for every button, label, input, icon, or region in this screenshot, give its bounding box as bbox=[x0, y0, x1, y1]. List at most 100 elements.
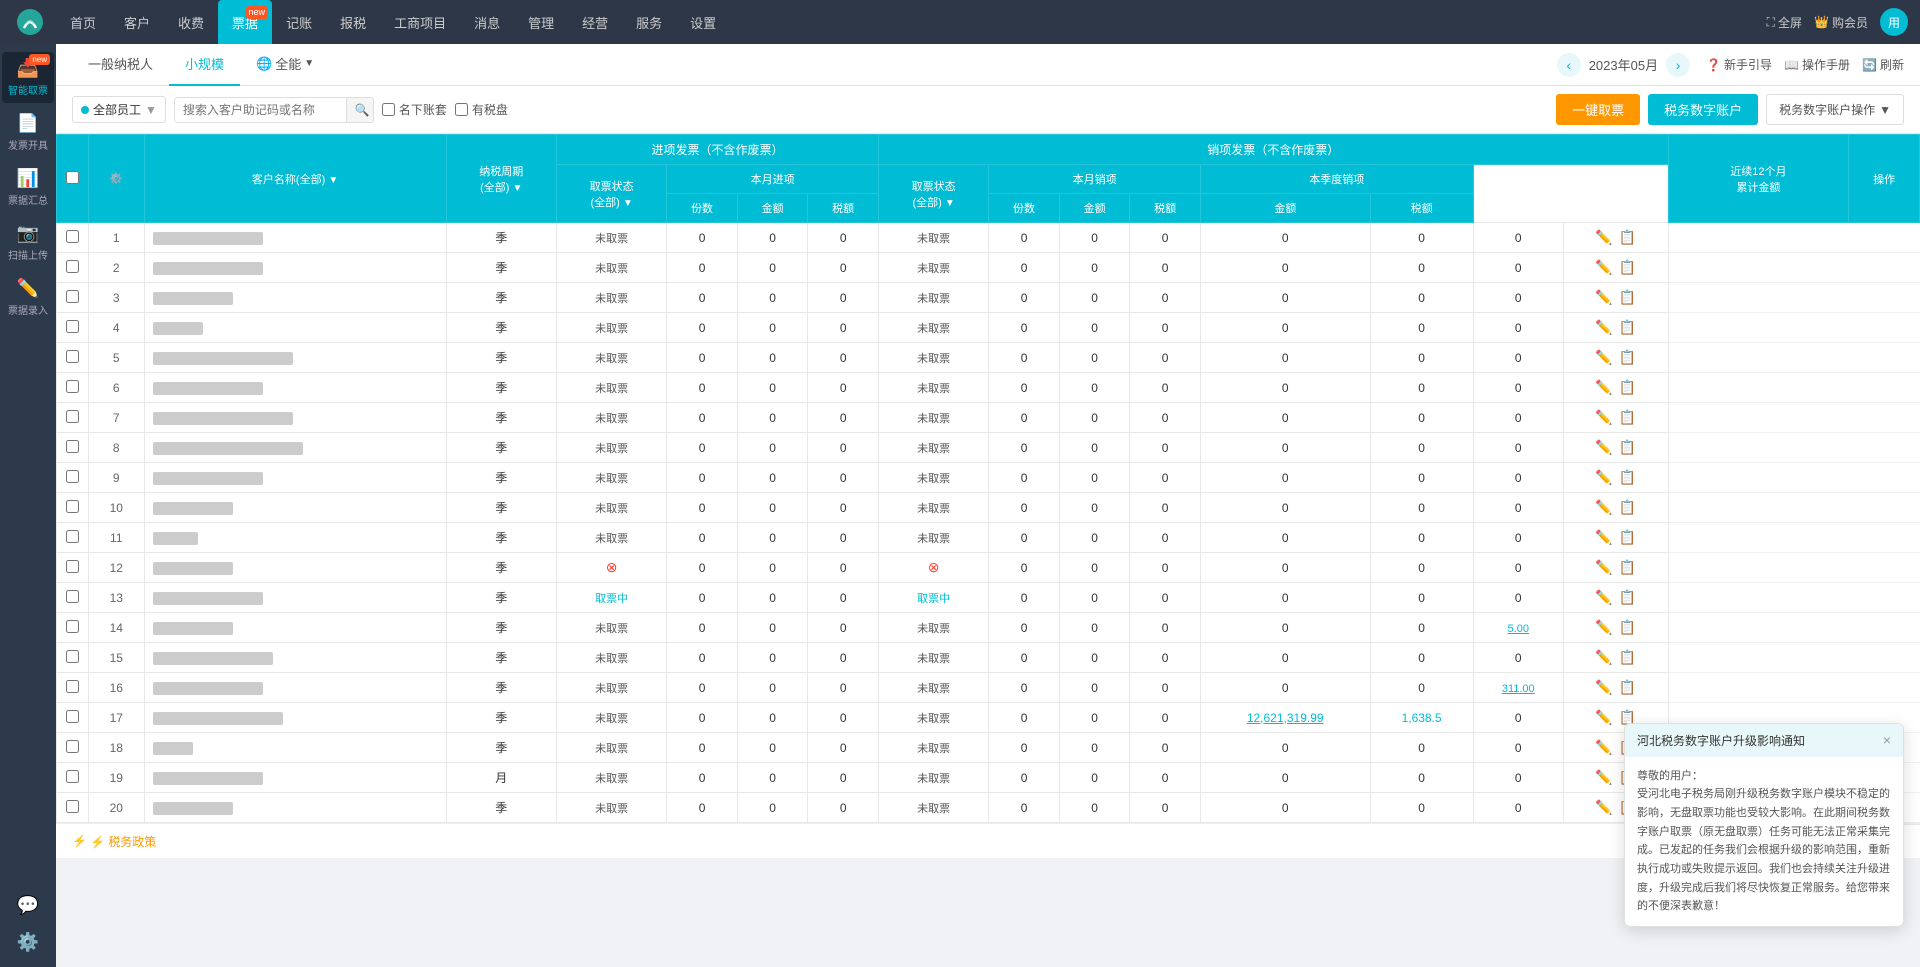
sidebar-chat[interactable]: 💬 bbox=[2, 889, 54, 922]
under-account-checkbox[interactable] bbox=[382, 103, 395, 116]
copy-icon[interactable]: 📋 bbox=[1619, 379, 1636, 396]
edit-icon[interactable]: ✏️ bbox=[1595, 349, 1612, 366]
tab-full-ability[interactable]: 🌐 全能 ▼ bbox=[240, 44, 330, 86]
tax-policy-btn[interactable]: ⚡ ⚡ 税务政策 bbox=[56, 829, 172, 854]
nav-bookkeeping[interactable]: 记账 bbox=[272, 0, 326, 44]
search-button[interactable]: 🔍 bbox=[346, 98, 374, 122]
copy-icon[interactable]: 📋 bbox=[1619, 349, 1636, 366]
edit-icon[interactable]: ✏️ bbox=[1595, 469, 1612, 486]
edit-icon[interactable]: ✏️ bbox=[1595, 229, 1612, 246]
row-checkbox[interactable] bbox=[66, 350, 79, 363]
nav-operation[interactable]: 经营 bbox=[568, 0, 622, 44]
row-checkbox[interactable] bbox=[66, 500, 79, 513]
copy-icon[interactable]: 📋 bbox=[1619, 649, 1636, 666]
edit-icon[interactable]: ✏️ bbox=[1595, 499, 1612, 516]
copy-icon[interactable]: 📋 bbox=[1619, 229, 1636, 246]
edit-icon[interactable]: ✏️ bbox=[1595, 319, 1612, 336]
sidebar-item-fetch-invoice[interactable]: 📥 智能取票 new bbox=[2, 52, 54, 103]
copy-icon[interactable]: 📋 bbox=[1619, 289, 1636, 306]
fullscreen-btn[interactable]: ⛶ 全屏 bbox=[1767, 14, 1802, 31]
copy-icon[interactable]: 📋 bbox=[1619, 559, 1636, 576]
nav-business[interactable]: 工商项目 bbox=[380, 0, 460, 44]
copy-icon[interactable]: 📋 bbox=[1619, 469, 1636, 486]
edit-icon[interactable]: ✏️ bbox=[1595, 709, 1612, 726]
row-checkbox[interactable] bbox=[66, 470, 79, 483]
row-checkbox[interactable] bbox=[66, 590, 79, 603]
row-checkbox[interactable] bbox=[66, 260, 79, 273]
refresh-btn[interactable]: 🔄 刷新 bbox=[1862, 56, 1904, 73]
nav-tax[interactable]: 报税 bbox=[326, 0, 380, 44]
edit-icon[interactable]: ✏️ bbox=[1595, 649, 1612, 666]
tax-digital-account-btn[interactable]: 税务数字账户 bbox=[1648, 94, 1758, 125]
edit-icon[interactable]: ✏️ bbox=[1595, 379, 1612, 396]
copy-icon[interactable]: 📋 bbox=[1619, 259, 1636, 276]
row-checkbox[interactable] bbox=[66, 380, 79, 393]
tab-small-scale[interactable]: 小规模 bbox=[169, 44, 240, 86]
sidebar-gear[interactable]: ⚙️ bbox=[2, 926, 54, 959]
edit-icon[interactable]: ✏️ bbox=[1595, 559, 1612, 576]
select-all-checkbox[interactable] bbox=[66, 171, 79, 184]
next-period-btn[interactable]: › bbox=[1666, 53, 1690, 77]
nav-service[interactable]: 服务 bbox=[622, 0, 676, 44]
checkbox-has-tax-disk[interactable]: 有税盘 bbox=[455, 101, 508, 118]
row-checkbox[interactable] bbox=[66, 410, 79, 423]
edit-icon[interactable]: ✏️ bbox=[1595, 799, 1612, 816]
copy-icon[interactable]: 📋 bbox=[1619, 319, 1636, 336]
row-checkbox[interactable] bbox=[66, 620, 79, 633]
row-checkbox[interactable] bbox=[66, 230, 79, 243]
edit-icon[interactable]: ✏️ bbox=[1595, 739, 1612, 756]
sub-tabs: 一般纳税人 小规模 🌐 全能 ▼ ‹ 2023年05月 › ❓ 新手引导 📖 操… bbox=[56, 44, 1920, 86]
edit-icon[interactable]: ✏️ bbox=[1595, 589, 1612, 606]
has-tax-disk-checkbox[interactable] bbox=[455, 103, 468, 116]
guide-btn[interactable]: ❓ 新手引导 bbox=[1706, 56, 1772, 73]
edit-icon[interactable]: ✏️ bbox=[1595, 289, 1612, 306]
avatar[interactable]: 用 bbox=[1880, 8, 1908, 36]
nav-billing[interactable]: 收费 bbox=[164, 0, 218, 44]
row-checkbox[interactable] bbox=[66, 770, 79, 783]
employee-select[interactable]: 全部员工 ▼ bbox=[72, 96, 166, 123]
row-checkbox[interactable] bbox=[66, 290, 79, 303]
nav-customer[interactable]: 客户 bbox=[110, 0, 164, 44]
nav-message[interactable]: 消息 bbox=[460, 0, 514, 44]
row-checkbox[interactable] bbox=[66, 440, 79, 453]
edit-icon[interactable]: ✏️ bbox=[1595, 409, 1612, 426]
nav-settings[interactable]: 设置 bbox=[676, 0, 730, 44]
edit-icon[interactable]: ✏️ bbox=[1595, 679, 1612, 696]
row-checkbox[interactable] bbox=[66, 710, 79, 723]
notification-close-btn[interactable]: × bbox=[1883, 732, 1891, 748]
copy-icon[interactable]: 📋 bbox=[1619, 409, 1636, 426]
copy-icon[interactable]: 📋 bbox=[1619, 679, 1636, 696]
row-checkbox[interactable] bbox=[66, 650, 79, 663]
sidebar-item-scan-upload[interactable]: 📷 扫描上传 bbox=[2, 217, 54, 268]
edit-icon[interactable]: ✏️ bbox=[1595, 259, 1612, 276]
copy-icon[interactable]: 📋 bbox=[1619, 439, 1636, 456]
row-checkbox[interactable] bbox=[66, 530, 79, 543]
edit-icon[interactable]: ✏️ bbox=[1595, 529, 1612, 546]
one-click-fetch-btn[interactable]: 一键取票 bbox=[1556, 94, 1640, 125]
edit-icon[interactable]: ✏️ bbox=[1595, 769, 1612, 786]
checkbox-under-account[interactable]: 名下账套 bbox=[382, 101, 447, 118]
copy-icon[interactable]: 📋 bbox=[1619, 499, 1636, 516]
row-checkbox[interactable] bbox=[66, 800, 79, 813]
tab-general-taxpayer[interactable]: 一般纳税人 bbox=[72, 44, 169, 86]
row-checkbox[interactable] bbox=[66, 560, 79, 573]
sidebar-item-open-invoice[interactable]: 📄 发票开具 bbox=[2, 107, 54, 158]
sidebar-item-invoice-entry[interactable]: ✏️ 票据录入 bbox=[2, 272, 54, 323]
copy-icon[interactable]: 📋 bbox=[1619, 529, 1636, 546]
edit-icon[interactable]: ✏️ bbox=[1595, 619, 1612, 636]
prev-period-btn[interactable]: ‹ bbox=[1557, 53, 1581, 77]
manual-btn[interactable]: 📖 操作手册 bbox=[1784, 56, 1850, 73]
copy-icon[interactable]: 📋 bbox=[1619, 589, 1636, 606]
copy-icon[interactable]: 📋 bbox=[1619, 619, 1636, 636]
sidebar-item-invoice-summary[interactable]: 📊 票据汇总 bbox=[2, 162, 54, 213]
tax-ops-btn[interactable]: 税务数字账户操作 ▼ bbox=[1766, 94, 1904, 125]
row-checkbox[interactable] bbox=[66, 740, 79, 753]
row-checkbox[interactable] bbox=[66, 680, 79, 693]
nav-home[interactable]: 首页 bbox=[56, 0, 110, 44]
nav-invoice[interactable]: 票据 new bbox=[218, 0, 272, 44]
edit-icon[interactable]: ✏️ bbox=[1595, 439, 1612, 456]
nav-manage[interactable]: 管理 bbox=[514, 0, 568, 44]
search-input[interactable] bbox=[175, 98, 346, 122]
row-checkbox[interactable] bbox=[66, 320, 79, 333]
member-btn[interactable]: 👑 购会员 bbox=[1814, 14, 1868, 31]
